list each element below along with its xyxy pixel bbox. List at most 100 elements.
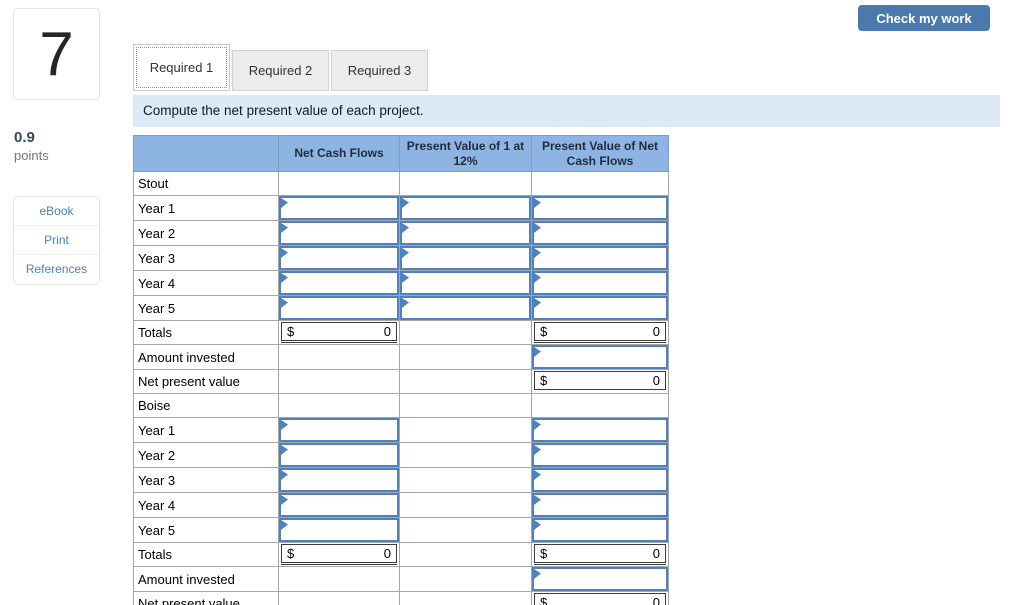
answer-cell — [399, 270, 532, 296]
answer-input-wrap — [279, 418, 399, 442]
tab-required-1[interactable]: Required 1 — [133, 44, 230, 91]
points-value: 0.9 — [14, 129, 35, 146]
currency-symbol: $ — [287, 546, 295, 561]
total-amount: $0 — [281, 544, 397, 565]
currency-symbol: $ — [540, 324, 548, 339]
question-number: 7 — [39, 19, 74, 89]
blank-cell — [399, 542, 532, 567]
answer-input-wrap — [400, 271, 531, 295]
blank-cell — [399, 591, 532, 605]
answer-input-wrap — [532, 567, 668, 591]
net-present-value-cell: $0 — [531, 591, 669, 605]
answer-cell — [278, 295, 400, 321]
answer-input[interactable] — [279, 493, 399, 517]
currency-symbol: $ — [540, 546, 548, 561]
answer-input[interactable] — [279, 418, 399, 442]
blank-cell — [278, 369, 400, 394]
answer-cell — [399, 220, 532, 246]
blank-cell — [399, 171, 532, 196]
answer-cell — [531, 344, 669, 370]
answer-input[interactable] — [532, 468, 668, 492]
answer-input[interactable] — [532, 221, 668, 245]
answer-input[interactable] — [532, 196, 668, 220]
answer-input[interactable] — [532, 418, 668, 442]
answer-cell — [278, 442, 400, 468]
answer-input-wrap — [279, 196, 399, 220]
print-link[interactable]: Print — [14, 226, 99, 255]
answer-input[interactable] — [279, 221, 399, 245]
answer-input[interactable] — [532, 443, 668, 467]
answer-input[interactable] — [279, 271, 399, 295]
answer-input-wrap — [279, 493, 399, 517]
tab-required-2[interactable]: Required 2 — [232, 50, 329, 91]
row-label: Year 2 — [133, 220, 279, 246]
header-blank — [133, 135, 279, 172]
instruction-banner: Compute the net present value of each pr… — [133, 95, 1000, 127]
amount-value: 0 — [652, 546, 660, 561]
table-row: Totals $0 $0 — [133, 320, 669, 345]
table-row: Year 1 — [133, 195, 669, 221]
blank-cell — [399, 344, 532, 370]
answer-input-wrap — [532, 246, 668, 270]
answer-cell — [531, 417, 669, 443]
answer-input-wrap — [532, 345, 668, 369]
row-label: Year 4 — [133, 270, 279, 296]
blank-cell — [399, 517, 532, 543]
required-tabs: Required 1 Required 2 Required 3 — [133, 44, 430, 91]
header-row: Net Cash Flows Present Value of 1 at 12%… — [133, 135, 669, 172]
answer-input[interactable] — [279, 468, 399, 492]
table-row: Net present value $0 — [133, 369, 669, 394]
table-row: Year 5 — [133, 517, 669, 543]
row-label: Year 3 — [133, 245, 279, 271]
answer-input[interactable] — [532, 296, 668, 320]
answer-input[interactable] — [279, 246, 399, 270]
answer-input[interactable] — [279, 196, 399, 220]
answer-cell — [531, 295, 669, 321]
answer-cell — [531, 566, 669, 592]
table-row: Stout — [133, 171, 669, 196]
answer-input[interactable] — [400, 271, 531, 295]
answer-input[interactable] — [400, 196, 531, 220]
answer-input-wrap — [532, 493, 668, 517]
total-cell: $0 — [531, 320, 669, 345]
answer-input[interactable] — [532, 493, 668, 517]
answer-input[interactable] — [532, 246, 668, 270]
references-link[interactable]: References — [14, 255, 99, 284]
answer-cell — [278, 195, 400, 221]
answer-input-wrap — [400, 246, 531, 270]
table-row: Year 3 — [133, 467, 669, 493]
answer-input[interactable] — [532, 518, 668, 542]
resource-links: eBook Print References — [13, 196, 100, 285]
answer-input[interactable] — [400, 296, 531, 320]
blank-cell — [278, 566, 400, 592]
answer-cell — [278, 517, 400, 543]
ebook-link[interactable]: eBook — [14, 197, 99, 226]
row-label: Year 1 — [133, 195, 279, 221]
answer-input[interactable] — [400, 221, 531, 245]
currency-symbol: $ — [287, 324, 295, 339]
answer-input[interactable] — [532, 567, 668, 591]
answer-cell — [278, 245, 400, 271]
row-label: Totals — [133, 320, 279, 345]
answer-input-wrap — [400, 196, 531, 220]
answer-input-wrap — [532, 518, 668, 542]
npv-worksheet-table: Net Cash Flows Present Value of 1 at 12%… — [133, 135, 669, 605]
blank-cell — [278, 171, 400, 196]
answer-input[interactable] — [400, 246, 531, 270]
row-label: Year 2 — [133, 442, 279, 468]
answer-input-wrap — [532, 468, 668, 492]
currency-symbol: $ — [540, 595, 548, 605]
blank-cell — [399, 369, 532, 394]
answer-input-wrap — [279, 443, 399, 467]
answer-input[interactable] — [532, 345, 668, 369]
answer-input[interactable] — [279, 296, 399, 320]
total-cell: $0 — [531, 542, 669, 567]
answer-input[interactable] — [532, 271, 668, 295]
tab-required-3[interactable]: Required 3 — [331, 50, 428, 91]
check-my-work-button[interactable]: Check my work — [858, 5, 990, 31]
answer-input-wrap — [279, 518, 399, 542]
answer-input[interactable] — [279, 518, 399, 542]
net-present-value-cell: $0 — [531, 369, 669, 394]
answer-input[interactable] — [279, 443, 399, 467]
amount-value: 0 — [652, 324, 660, 339]
